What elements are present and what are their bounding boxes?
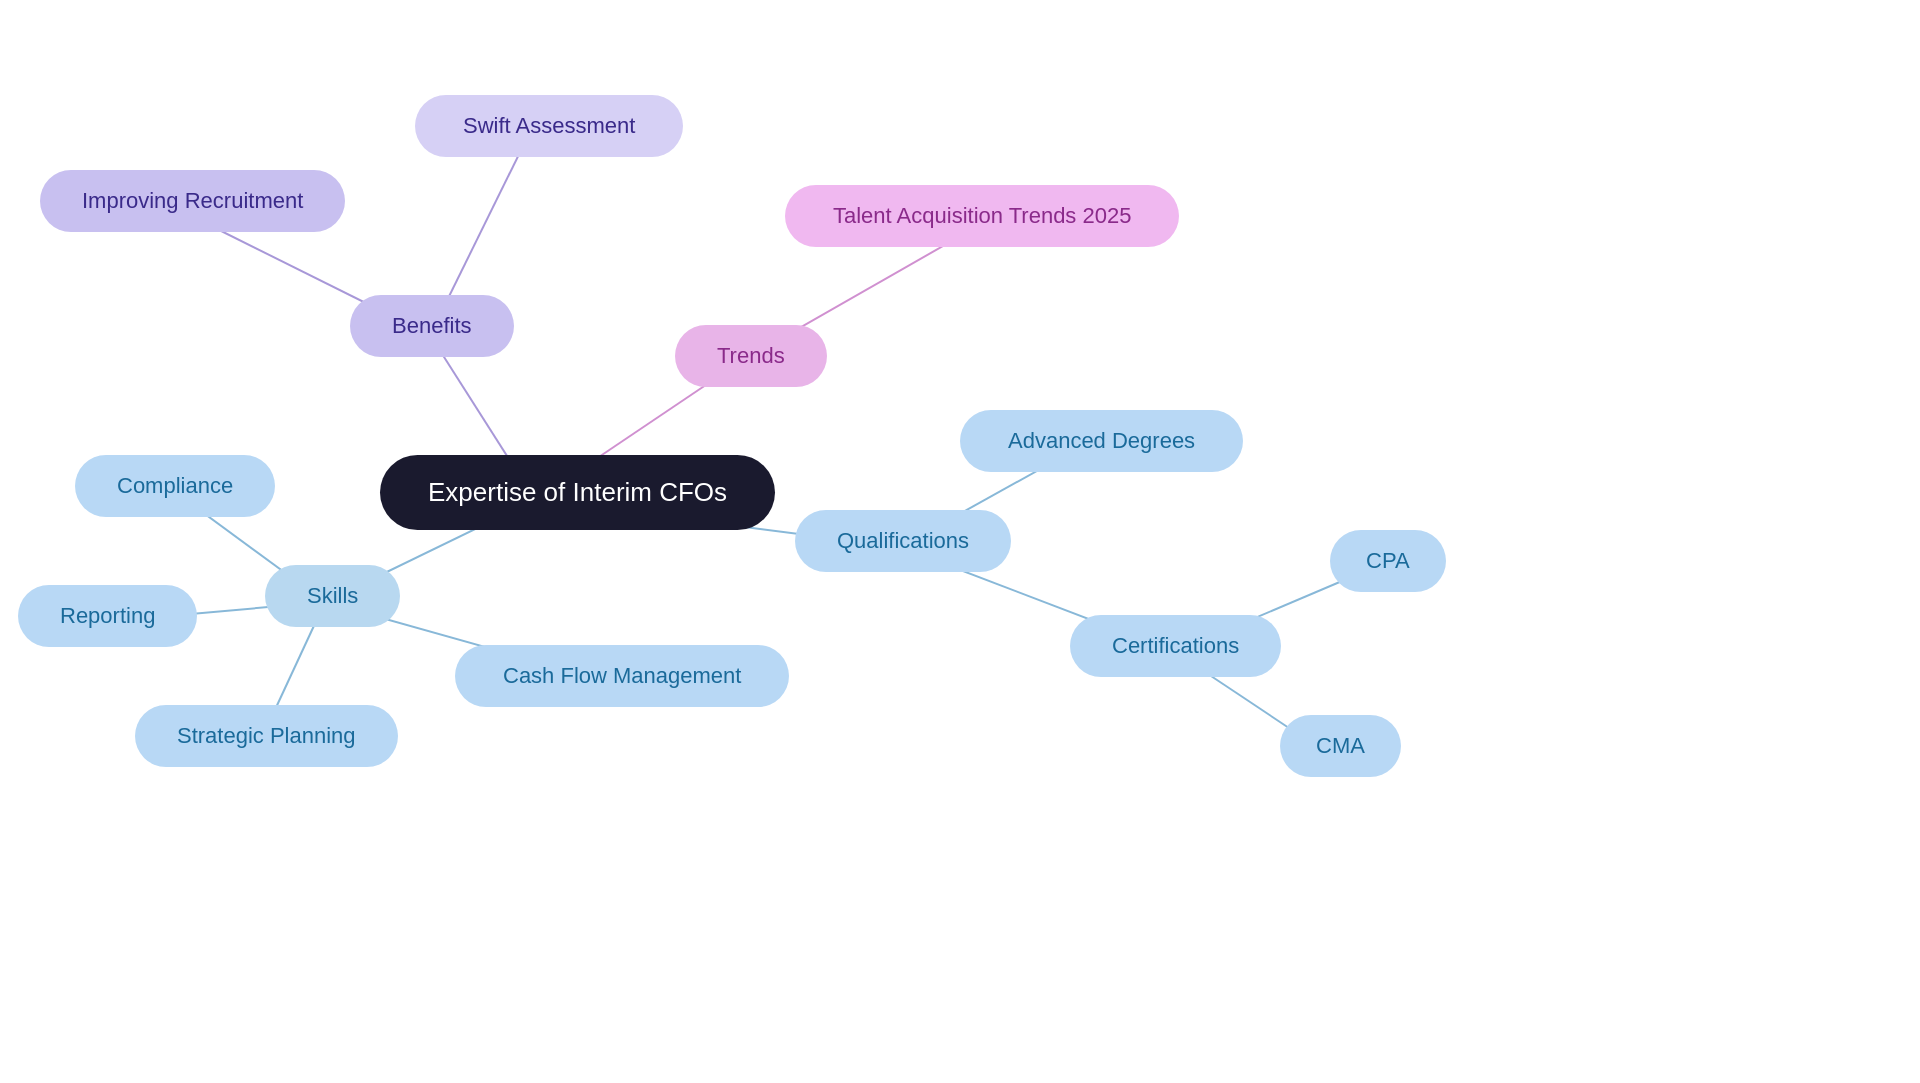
reporting-node[interactable]: Reporting: [18, 585, 197, 647]
cash-flow-management-node[interactable]: Cash Flow Management: [455, 645, 789, 707]
certifications-node[interactable]: Certifications: [1070, 615, 1281, 677]
center-node[interactable]: Expertise of Interim CFOs: [380, 455, 775, 530]
improving-recruitment-node[interactable]: Improving Recruitment: [40, 170, 345, 232]
cma-node[interactable]: CMA: [1280, 715, 1401, 777]
swift-assessment-node[interactable]: Swift Assessment: [415, 95, 683, 157]
talent-acquisition-node[interactable]: Talent Acquisition Trends 2025: [785, 185, 1179, 247]
advanced-degrees-node[interactable]: Advanced Degrees: [960, 410, 1243, 472]
cpa-node[interactable]: CPA: [1330, 530, 1446, 592]
benefits-node[interactable]: Benefits: [350, 295, 514, 357]
skills-node[interactable]: Skills: [265, 565, 400, 627]
qualifications-node[interactable]: Qualifications: [795, 510, 1011, 572]
strategic-planning-node[interactable]: Strategic Planning: [135, 705, 398, 767]
trends-node[interactable]: Trends: [675, 325, 827, 387]
compliance-node[interactable]: Compliance: [75, 455, 275, 517]
